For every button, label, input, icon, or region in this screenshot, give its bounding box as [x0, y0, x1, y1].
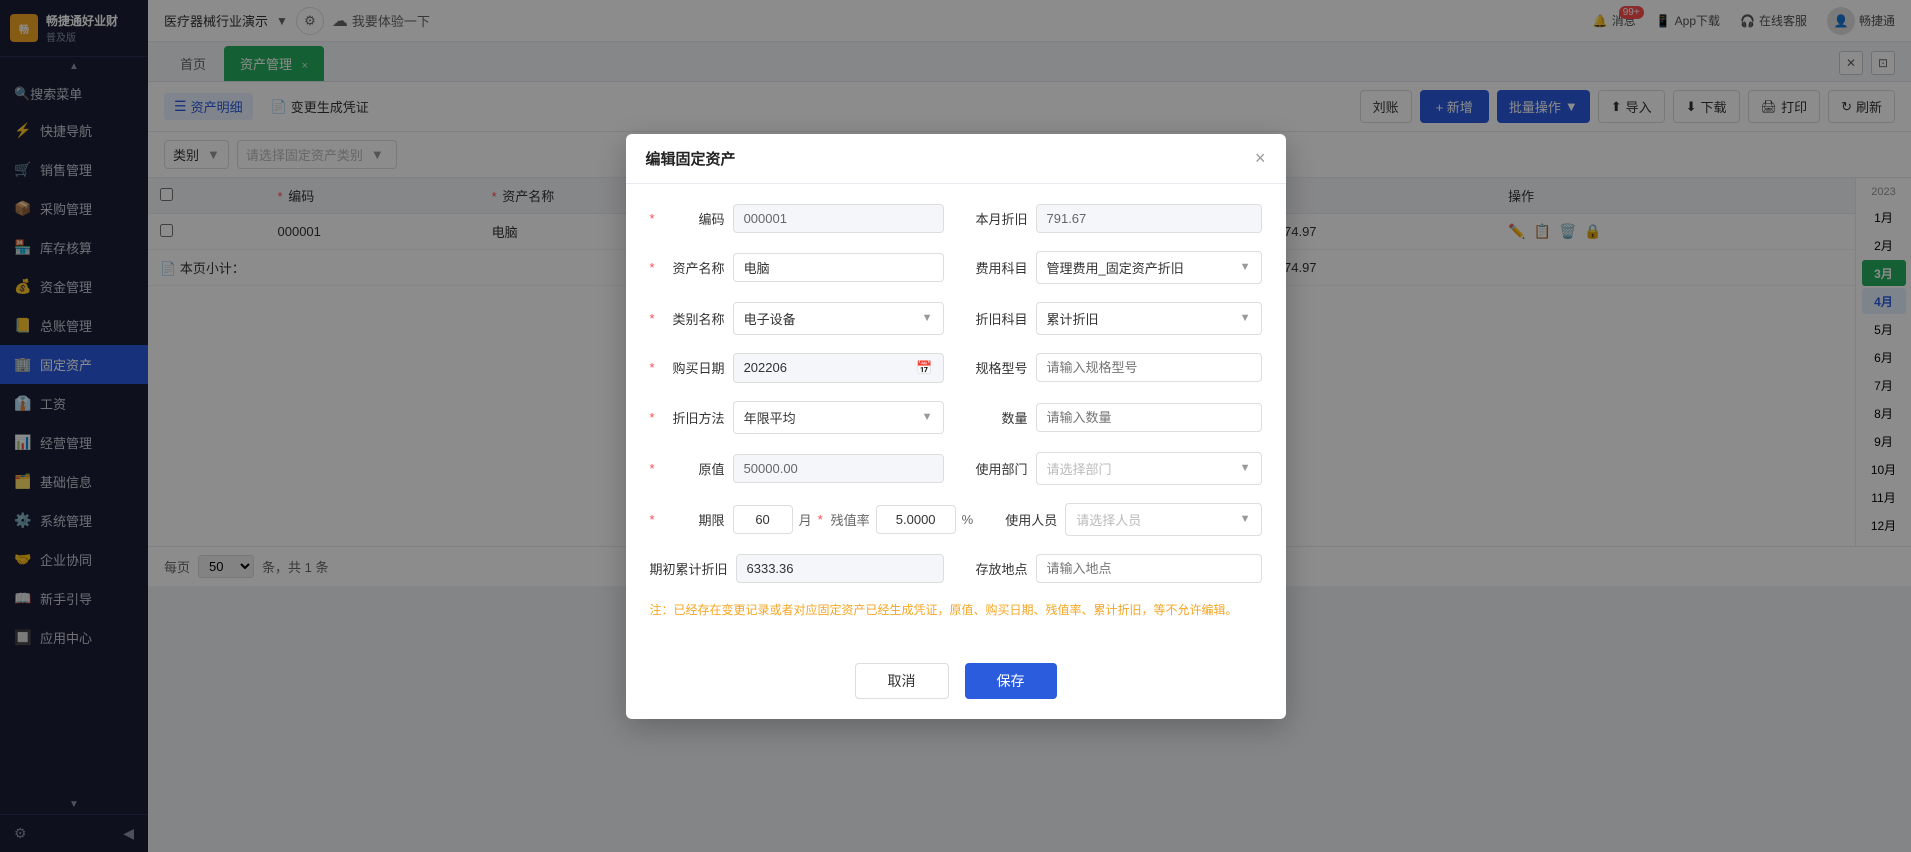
user-label: 使用人员 — [997, 510, 1057, 529]
residual-req: * — [818, 512, 823, 527]
modal-body: * 编码 本月折旧 * 资产名称 费用科目 — [626, 184, 1286, 651]
department-label: 使用部门 — [968, 459, 1028, 478]
quantity-label: 数量 — [968, 408, 1028, 427]
user-placeholder: 请选择人员 — [1076, 510, 1141, 529]
monthly-dep-input[interactable] — [1036, 204, 1262, 233]
name-req: * — [650, 260, 655, 275]
modal-field-department: 使用部门 请选择部门 ▼ — [968, 452, 1262, 485]
quantity-input[interactable] — [1036, 403, 1262, 432]
category-arrow: ▼ — [922, 312, 933, 324]
category-value: 电子设备 — [744, 309, 796, 328]
department-arrow: ▼ — [1240, 462, 1251, 474]
dep-account-select[interactable]: 累计折旧 ▼ — [1036, 302, 1262, 335]
modal-row-2: * 资产名称 费用科目 管理费用_固定资产折旧 ▼ — [650, 251, 1262, 284]
location-input[interactable] — [1036, 554, 1262, 583]
expense-account-arrow: ▼ — [1240, 261, 1251, 273]
modal-row-8: 期初累计折旧 存放地点 — [650, 554, 1262, 583]
modal-field-model: 规格型号 — [968, 353, 1262, 383]
method-req: * — [650, 410, 655, 425]
code-req: * — [650, 211, 655, 226]
cancel-button[interactable]: 取消 — [855, 663, 949, 699]
dep-method-arrow: ▼ — [922, 411, 933, 423]
modal-title: 编辑固定资产 — [646, 148, 736, 169]
department-select[interactable]: 请选择部门 ▼ — [1036, 452, 1262, 485]
period-input[interactable] — [733, 505, 793, 534]
code-label: 编码 — [665, 209, 725, 228]
modal-field-monthly-dep: 本月折旧 — [968, 204, 1262, 233]
model-label: 规格型号 — [968, 358, 1028, 377]
model-input[interactable] — [1036, 353, 1262, 382]
purchase-date-picker[interactable]: 202206 📅 — [733, 353, 944, 383]
modal-header: 编辑固定资产 × — [626, 134, 1286, 184]
modal-field-dep-account: 折旧科目 累计折旧 ▼ — [968, 302, 1262, 335]
dep-method-select[interactable]: 年限平均 ▼ — [733, 401, 944, 434]
modal-row-6: * 原值 使用部门 请选择部门 ▼ — [650, 452, 1262, 485]
initial-accumulated-input[interactable] — [736, 554, 944, 583]
modal-field-dep-method: * 折旧方法 年限平均 ▼ — [650, 401, 944, 434]
asset-name-label: 资产名称 — [665, 258, 725, 277]
modal-field-initial-accumulated: 期初累计折旧 — [650, 554, 944, 583]
category-label: 类别名称 — [665, 309, 725, 328]
modal-field-category: * 类别名称 电子设备 ▼ — [650, 302, 944, 335]
category-req: * — [650, 311, 655, 326]
residual-rate-input[interactable] — [876, 505, 956, 534]
period-label: 期限 — [665, 510, 725, 529]
save-button[interactable]: 保存 — [965, 663, 1057, 699]
modal-field-original-value: * 原值 — [650, 452, 944, 485]
modal-field-purchase-date: * 购买日期 202206 📅 — [650, 353, 944, 383]
user-arrow: ▼ — [1240, 513, 1251, 525]
modal-row-4: * 购买日期 202206 📅 规格型号 — [650, 353, 1262, 383]
modal-row-7: * 期限 月 * 残值率 % 使用人员 请选择人员 ▼ — [650, 503, 1262, 536]
modal-overlay: 编辑固定资产 × * 编码 本月折旧 * 资产名称 — [0, 0, 1911, 852]
dep-method-value: 年限平均 — [744, 408, 796, 427]
monthly-dep-label: 本月折旧 — [968, 209, 1028, 228]
modal-field-location: 存放地点 — [968, 554, 1262, 583]
purchase-date-value: 202206 — [744, 360, 787, 375]
modal-field-quantity: 数量 — [968, 401, 1262, 434]
modal-field-asset-name: * 资产名称 — [650, 251, 944, 284]
residual-rate-label: 残值率 — [831, 510, 870, 529]
expense-account-value: 管理费用_固定资产折旧 — [1047, 258, 1184, 277]
original-value-input[interactable] — [733, 454, 944, 483]
value-req: * — [650, 461, 655, 476]
period-req: * — [650, 512, 655, 527]
user-select[interactable]: 请选择人员 ▼ — [1065, 503, 1261, 536]
expense-account-select[interactable]: 管理费用_固定资产折旧 ▼ — [1036, 251, 1262, 284]
calendar-icon: 📅 — [916, 360, 932, 376]
modal-field-user: 使用人员 请选择人员 ▼ — [997, 503, 1261, 536]
expense-account-label: 费用科目 — [968, 258, 1028, 277]
modal-row-5: * 折旧方法 年限平均 ▼ 数量 — [650, 401, 1262, 434]
modal-field-code: * 编码 — [650, 204, 944, 233]
category-select[interactable]: 电子设备 ▼ — [733, 302, 944, 335]
department-placeholder: 请选择部门 — [1047, 459, 1112, 478]
date-req: * — [650, 360, 655, 375]
purchase-date-label: 购买日期 — [665, 358, 725, 377]
asset-name-input[interactable] — [733, 253, 944, 282]
modal-edit-fixed-asset: 编辑固定资产 × * 编码 本月折旧 * 资产名称 — [626, 134, 1286, 719]
dep-method-label: 折旧方法 — [665, 408, 725, 427]
dep-account-value: 累计折旧 — [1047, 309, 1099, 328]
modal-row-3: * 类别名称 电子设备 ▼ 折旧科目 累计折旧 ▼ — [650, 302, 1262, 335]
modal-note: 注：已经存在变更记录或者对应固定资产已经生成凭证，原值、购买日期、残值率、累计折… — [650, 601, 1262, 619]
modal-field-expense-account: 费用科目 管理费用_固定资产折旧 ▼ — [968, 251, 1262, 284]
modal-row-1: * 编码 本月折旧 — [650, 204, 1262, 233]
modal-footer: 取消 保存 — [626, 651, 1286, 719]
modal-close-button[interactable]: × — [1255, 149, 1266, 167]
dep-account-label: 折旧科目 — [968, 309, 1028, 328]
original-value-label: 原值 — [665, 459, 725, 478]
initial-accumulated-label: 期初累计折旧 — [650, 559, 728, 578]
modal-field-period: * 期限 月 * 残值率 % — [650, 503, 974, 536]
period-unit: 月 — [799, 510, 812, 529]
period-group: 月 * 残值率 % — [733, 505, 974, 534]
location-label: 存放地点 — [968, 559, 1028, 578]
dep-account-arrow: ▼ — [1240, 312, 1251, 324]
residual-rate-unit: % — [962, 512, 974, 527]
code-input[interactable] — [733, 204, 944, 233]
